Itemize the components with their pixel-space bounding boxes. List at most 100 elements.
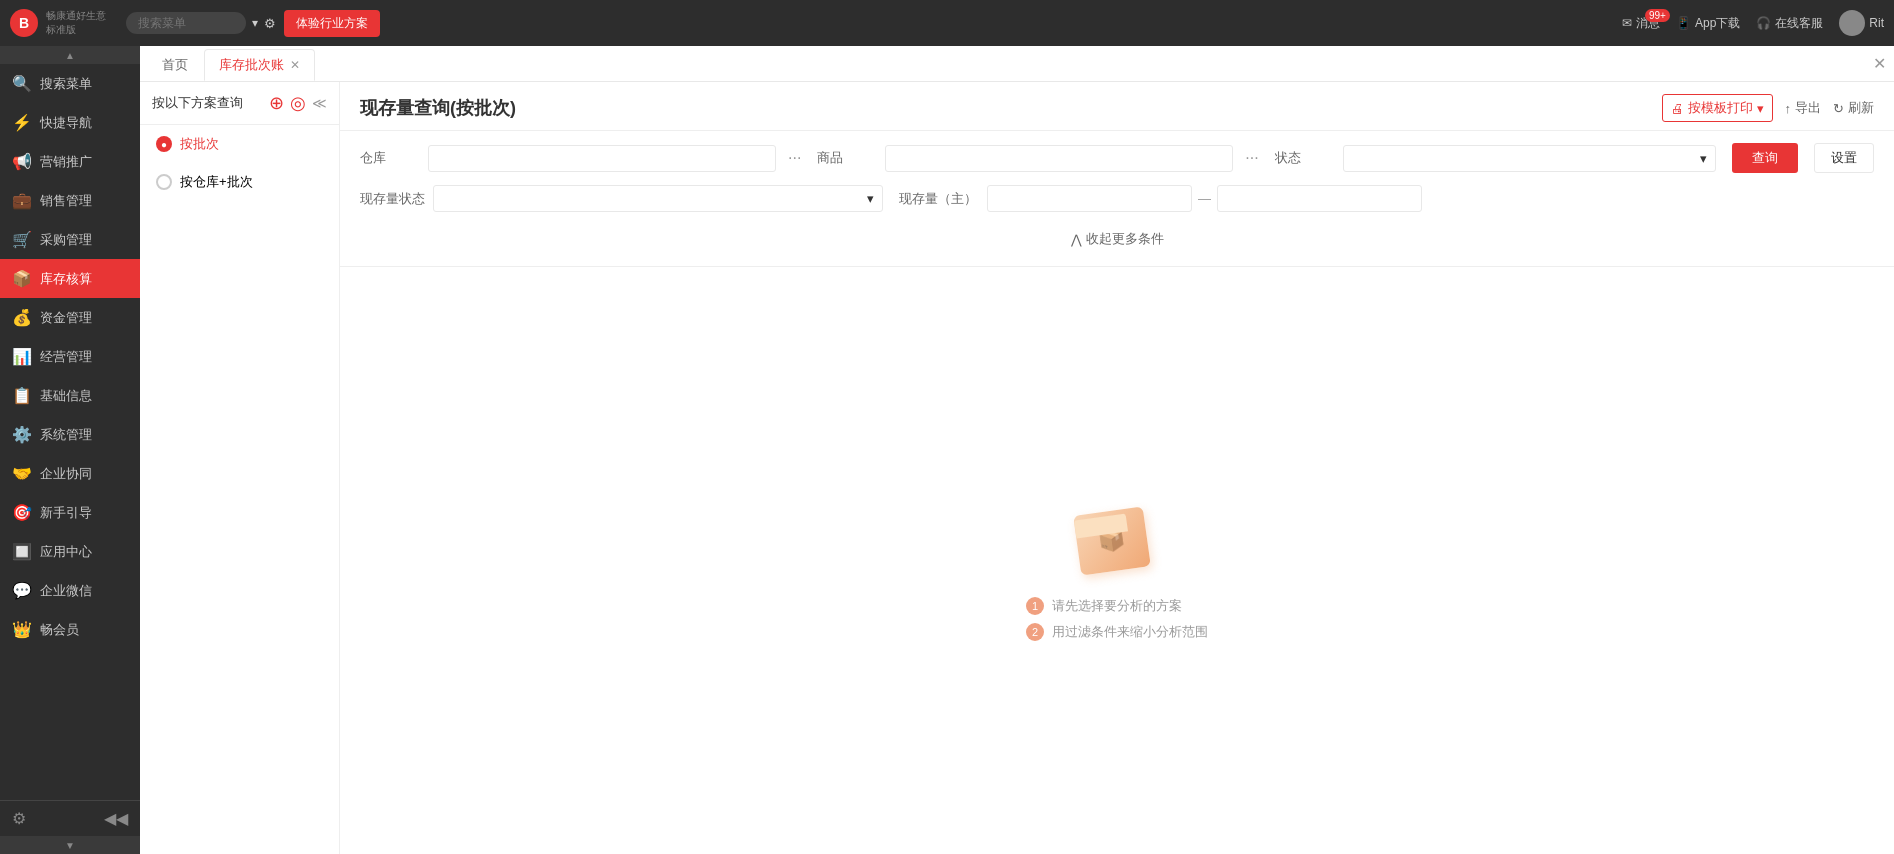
sidebar-item-label: 库存核算 <box>40 270 92 288</box>
apps-icon: 🔲 <box>12 542 32 561</box>
print-button[interactable]: 🖨 按模板打印 ▾ <box>1662 94 1773 122</box>
sidebar-item-purchase[interactable]: 🛒采购管理 <box>0 220 140 259</box>
search-dropdown-icon[interactable]: ▾ <box>252 16 258 30</box>
sidebar-item-basic[interactable]: 📋 基础信息 <box>0 376 140 415</box>
add-scheme-icon[interactable]: ⊕ <box>269 92 284 114</box>
sidebar-item-system[interactable]: ⚙️系统管理 <box>0 415 140 454</box>
scheme-label: 按批次 <box>180 135 219 153</box>
sidebar-item-marketing[interactable]: 📢营销推广 <box>0 142 140 181</box>
warehouse-dots[interactable]: ··· <box>788 149 801 167</box>
stock-qty-max-input[interactable] <box>1217 185 1422 212</box>
settings-scheme-icon[interactable]: ◎ <box>290 92 306 114</box>
collapse-left-panel-icon[interactable]: ≪ <box>312 95 327 111</box>
hint-1-text: 请先选择要分析的方案 <box>1052 597 1182 615</box>
tab-label: 库存批次账 <box>219 56 284 74</box>
download-icon: 📱 <box>1676 16 1691 30</box>
stock-qty-range: — <box>987 185 1422 212</box>
close-panel-button[interactable]: ✕ <box>1873 54 1886 73</box>
sidebar-item-wechat[interactable]: 💬 企业微信 <box>0 571 140 610</box>
sidebar-item-sales[interactable]: 💼销售管理 <box>0 181 140 220</box>
scheme-item-by-warehouse-batch[interactable]: 按仓库+批次 <box>140 163 339 201</box>
user-profile[interactable]: Rit <box>1839 10 1884 36</box>
newbie-icon: 🎯 <box>12 503 32 522</box>
print-icon: 🖨 <box>1671 101 1684 116</box>
sidebar-item-business[interactable]: 📊经营管理 <box>0 337 140 376</box>
settings-icon[interactable]: ⚙ <box>264 16 276 31</box>
tab-close-icon[interactable]: ✕ <box>290 58 300 72</box>
empty-hint-2: 2 用过滤条件来缩小分析范围 <box>1026 623 1208 641</box>
warehouse-input[interactable] <box>428 145 776 172</box>
messages-badge: 99+ <box>1645 9 1670 22</box>
settings-button[interactable]: 设置 <box>1814 143 1874 173</box>
message-icon: ✉ <box>1622 16 1632 30</box>
app-download-button[interactable]: 📱 App下载 <box>1676 15 1740 32</box>
search-input[interactable] <box>126 12 246 34</box>
status-select[interactable]: ▾ <box>1343 145 1716 172</box>
tab-bar: 首页 库存批次账 ✕ ✕ <box>140 46 1894 82</box>
sidebar-item-member[interactable]: 👑畅会员 <box>0 610 140 649</box>
page-header: 现存量查询(按批次) 🖨 按模板打印 ▾ ↑ 导出 ↻ <box>340 82 1894 131</box>
sidebar-scroll-up[interactable]: ▲ <box>0 46 140 64</box>
export-button[interactable]: ↑ 导出 <box>1785 99 1822 117</box>
top-bar: B 畅康通好生意 标准版 ▾ ⚙ 体验行业方案 ✉ 消息 99+ 📱 App下载… <box>0 0 1894 46</box>
sidebar-item-label: 销售管理 <box>40 192 92 210</box>
main-layout: ▲ 🔍搜索菜单⚡快捷导航📢营销推广💼销售管理🛒采购管理📦库存核算💰资金管理📊经营… <box>0 46 1894 854</box>
sidebar-item-apps[interactable]: 🔲应用中心 <box>0 532 140 571</box>
collapse-icon[interactable]: ◀◀ <box>104 809 128 828</box>
print-dropdown-icon[interactable]: ▾ <box>1757 101 1764 116</box>
experience-button[interactable]: 体验行业方案 <box>284 10 380 37</box>
top-bar-left: B 畅康通好生意 标准版 ▾ ⚙ 体验行业方案 <box>10 9 380 37</box>
left-panel-header: 按以下方案查询 ⊕ ◎ ≪ <box>140 82 339 125</box>
scheme-dot: ● <box>156 136 172 152</box>
quick-nav-icon: ⚡ <box>12 113 32 132</box>
sidebar-item-newbie[interactable]: 🎯新手引导 <box>0 493 140 532</box>
sidebar-scroll-down[interactable]: ▼ <box>0 836 140 854</box>
stock-qty-min-input[interactable] <box>987 185 1192 212</box>
filter-area: 仓库 ··· 商品 ··· 状态 <box>340 131 1894 267</box>
hint-2-text: 用过滤条件来缩小分析范围 <box>1052 623 1208 641</box>
wechat-icon: 💬 <box>12 581 32 600</box>
stock-status-select[interactable]: ▾ <box>433 185 883 212</box>
scheme-label: 按仓库+批次 <box>180 173 253 191</box>
sidebar-item-label: 基础信息 <box>40 387 92 405</box>
stock-status-arrow: ▾ <box>867 191 874 206</box>
empty-illustration: 📦 <box>1057 481 1177 581</box>
sidebar-item-label: 企业微信 <box>40 582 92 600</box>
sidebar: ▲ 🔍搜索菜单⚡快捷导航📢营销推广💼销售管理🛒采购管理📦库存核算💰资金管理📊经营… <box>0 46 140 854</box>
hint-2-number: 2 <box>1026 623 1044 641</box>
hint-1-number: 1 <box>1026 597 1044 615</box>
purchase-icon: 🛒 <box>12 230 32 249</box>
sidebar-bottom: ⚙ ◀◀ <box>0 800 140 836</box>
sidebar-item-search[interactable]: 🔍搜索菜单 <box>0 64 140 103</box>
right-panel: 现存量查询(按批次) 🖨 按模板打印 ▾ ↑ 导出 ↻ <box>340 82 1894 854</box>
warehouse-label: 仓库 <box>360 149 420 167</box>
filter-row-2: 现存量状态 ▾ 现存量（主） — <box>360 185 1874 212</box>
sidebar-item-quick-nav[interactable]: ⚡快捷导航 <box>0 103 140 142</box>
scheme-item-by-batch[interactable]: ● 按批次 <box>140 125 339 163</box>
product-dots[interactable]: ··· <box>1245 149 1258 167</box>
status-label: 状态 <box>1275 149 1335 167</box>
basic-icon: 📋 <box>12 386 32 405</box>
query-button[interactable]: 查询 <box>1732 143 1798 173</box>
sidebar-item-enterprise[interactable]: 🤝企业协同 <box>0 454 140 493</box>
messages-button[interactable]: ✉ 消息 99+ <box>1622 15 1660 32</box>
tab-label: 首页 <box>162 56 188 74</box>
empty-state: 📦 1 请先选择要分析的方案 2 用过滤条件来缩小分析范围 <box>340 267 1894 854</box>
tab-inventory-batch[interactable]: 库存批次账 ✕ <box>204 49 315 81</box>
tab-home[interactable]: 首页 <box>148 49 202 81</box>
finance-icon: 💰 <box>12 308 32 327</box>
sidebar-item-label: 畅会员 <box>40 621 79 639</box>
content-area: 首页 库存批次账 ✕ ✕ 按以下方案查询 ⊕ ◎ ≪ ● 按批次按仓库+批次 <box>140 46 1894 854</box>
sidebar-item-finance[interactable]: 💰资金管理 <box>0 298 140 337</box>
gear-icon[interactable]: ⚙ <box>12 809 26 828</box>
scheme-dot <box>156 174 172 190</box>
refresh-button[interactable]: ↻ 刷新 <box>1833 99 1874 117</box>
product-input[interactable] <box>885 145 1233 172</box>
sidebar-item-label: 营销推广 <box>40 153 92 171</box>
left-panel-add-icon[interactable]: ⊕ ◎ <box>269 92 306 114</box>
sidebar-item-inventory[interactable]: 📦库存核算 <box>0 259 140 298</box>
refresh-icon: ↻ <box>1833 101 1844 116</box>
collapse-more-conditions[interactable]: ⋀ 收起更多条件 <box>360 224 1874 254</box>
product-field: 商品 ··· <box>817 145 1258 172</box>
online-service-button[interactable]: 🎧 在线客服 <box>1756 15 1823 32</box>
